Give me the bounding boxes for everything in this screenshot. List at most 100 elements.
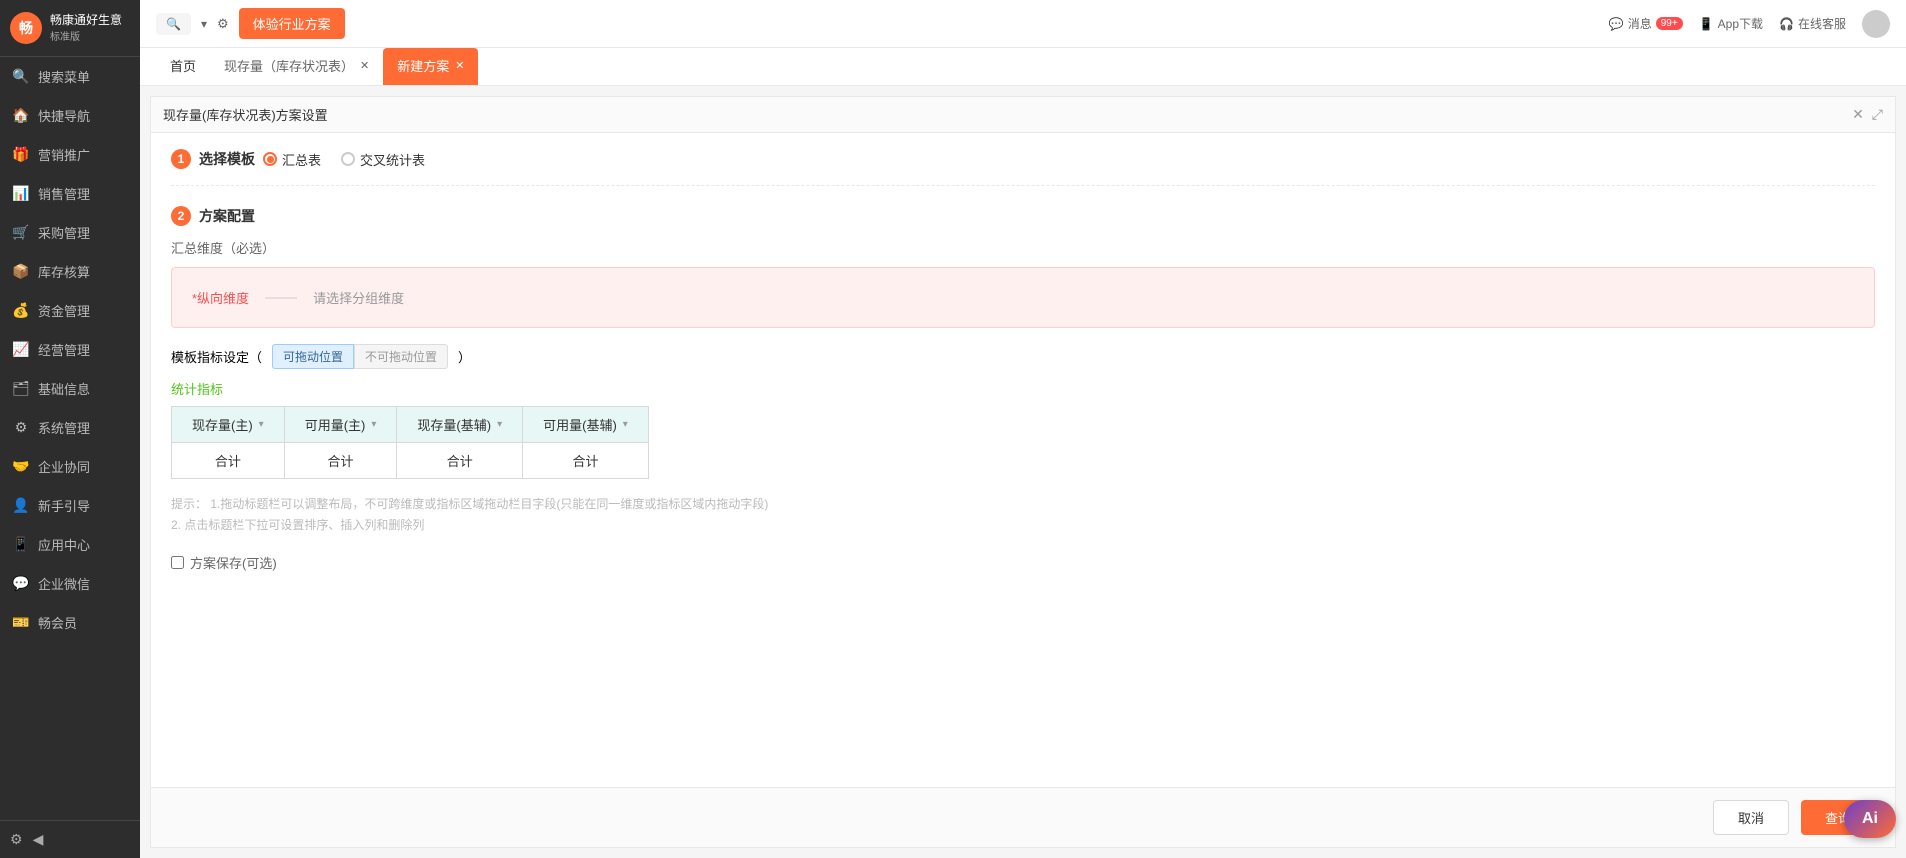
radio-cross-circle xyxy=(341,152,355,166)
user-avatar[interactable] xyxy=(1862,10,1890,38)
radio-summary-circle xyxy=(263,152,277,166)
template-radio-group: 汇总表 交叉统计表 xyxy=(263,150,425,169)
radio-summary[interactable]: 汇总表 xyxy=(263,150,321,169)
sidebar-item-sales[interactable]: 📊 销售管理 xyxy=(0,174,140,213)
message-item[interactable]: 💬 消息 99+ xyxy=(1609,15,1683,32)
panel-expand-btn[interactable]: ⤢ xyxy=(1872,106,1883,123)
quicknav-icon: 🏠 xyxy=(12,107,30,125)
col-chevron-1: ▾ xyxy=(371,419,376,430)
sidebar-item-system[interactable]: ⚙ 系统管理 xyxy=(0,408,140,447)
panel-window: 现存量(库存状况表)方案设置 ✕ ⤢ 1 选择模板 汇总表 xyxy=(150,96,1896,848)
topbar-dropdown[interactable]: ▾ xyxy=(201,17,207,31)
content-area: 1 选择模板 汇总表 交叉统计表 xyxy=(151,133,1895,787)
stats-col-header-2[interactable]: 现存量(基辅) ▾ xyxy=(397,407,523,443)
sidebar-item-operations[interactable]: 📈 经营管理 xyxy=(0,330,140,369)
stats-table: 现存量(主) ▾ 可用量(主) ▾ xyxy=(171,406,649,479)
sidebar-item-quicknav[interactable]: 🏠 快捷导航 xyxy=(0,96,140,135)
indicator-label-row: 模板指标设定（ 可拖动位置 不可拖动位置 ） xyxy=(171,344,1875,369)
sidebar-item-newuser[interactable]: 👤 新手引导 xyxy=(0,486,140,525)
radio-cross[interactable]: 交叉统计表 xyxy=(341,150,425,169)
tab-bar: 首页 现存量（库存状况表） ✕ 新建方案 ✕ xyxy=(140,48,1906,86)
topbar: 🔍 ▾ ⚙ 体验行业方案 💬 消息 99+ 📱 App下载 🎧 在线客服 xyxy=(140,0,1906,48)
search-icon: 🔍 xyxy=(12,68,30,86)
panel-header: 现存量(库存状况表)方案设置 ✕ ⤢ xyxy=(151,97,1895,133)
sidebar-item-wechat[interactable]: 💬 企业微信 xyxy=(0,564,140,603)
message-icon: 💬 xyxy=(1609,17,1624,31)
tab-home[interactable]: 首页 xyxy=(156,48,210,85)
panel-close-btn[interactable]: ✕ xyxy=(1852,106,1864,123)
sidebar-item-appcenter[interactable]: 📱 应用中心 xyxy=(0,525,140,564)
col-chevron-3: ▾ xyxy=(623,419,628,430)
tab-inventory-close[interactable]: ✕ xyxy=(360,59,369,72)
tab-inventory-label: 现存量（库存状况表） xyxy=(224,56,354,75)
sidebar-item-label: 基础信息 xyxy=(38,379,90,398)
sidebar-item-label: 资金管理 xyxy=(38,301,90,320)
basicinfo-icon: 🗂 xyxy=(12,380,30,398)
marketing-icon: 🎁 xyxy=(12,146,30,164)
ai-float-button[interactable]: Ai xyxy=(1844,800,1896,838)
trial-button[interactable]: 体验行业方案 xyxy=(239,8,345,39)
stats-col-header-0[interactable]: 现存量(主) ▾ xyxy=(172,407,285,443)
sidebar-item-label: 采购管理 xyxy=(38,223,90,242)
dimension-placeholder: 请选择分组维度 xyxy=(313,288,404,307)
phone-icon: 📱 xyxy=(1699,17,1714,31)
tab-new-plan[interactable]: 新建方案 ✕ xyxy=(383,48,478,85)
stats-section: 统计指标 现存量(主) ▾ xyxy=(171,379,1875,479)
stats-col-header-1[interactable]: 可用量(主) ▾ xyxy=(284,407,397,443)
topbar-settings-icon[interactable]: ⚙ xyxy=(217,16,229,32)
wechat-icon: 💬 xyxy=(12,575,30,593)
tab-new-plan-close[interactable]: ✕ xyxy=(455,59,464,72)
app-name: 畅康通好生意 xyxy=(50,13,122,29)
tab-inventory-status[interactable]: 现存量（库存状况表） ✕ xyxy=(210,48,383,85)
tab-home-label: 首页 xyxy=(170,56,196,75)
stats-cell-1: 合计 xyxy=(284,443,397,479)
app-edition: 标准版 xyxy=(50,28,122,43)
col-chevron-2: ▾ xyxy=(497,419,502,430)
finance-icon: 💰 xyxy=(12,302,30,320)
hint-item-1: 2. 点击标题栏下拉可设置排序、插入列和删除列 xyxy=(171,516,1875,533)
sidebar-item-label: 应用中心 xyxy=(38,535,90,554)
stats-table-header-row: 现存量(主) ▾ 可用量(主) ▾ xyxy=(172,407,649,443)
toggle-immovable[interactable]: 不可拖动位置 xyxy=(354,344,448,369)
hint-area: 提示： 1.拖动标题栏可以调整布局，不可跨维度或指标区域拖动栏目字段(只能在同一… xyxy=(171,495,1875,533)
sidebar-item-marketing[interactable]: 🎁 营销推广 xyxy=(0,135,140,174)
sidebar-item-label: 销售管理 xyxy=(38,184,90,203)
step2-header: 2 方案配置 xyxy=(171,206,1875,226)
save-plan-label: 方案保存(可选) xyxy=(190,553,277,572)
sidebar-item-basicinfo[interactable]: 🗂 基础信息 xyxy=(0,369,140,408)
appcenter-icon: 📱 xyxy=(12,536,30,554)
sidebar-item-label: 企业协同 xyxy=(38,457,90,476)
step1-divider xyxy=(171,185,1875,186)
panel-title: 现存量(库存状况表)方案设置 xyxy=(163,105,328,124)
dimension-area[interactable]: *纵向维度 —— 请选择分组维度 xyxy=(171,267,1875,328)
cancel-button[interactable]: 取消 xyxy=(1713,800,1789,835)
app-download-item[interactable]: 📱 App下载 xyxy=(1699,15,1763,32)
indicator-label-suffix: ） xyxy=(458,347,471,366)
hint-item-0: 提示： 1.拖动标题栏可以调整布局，不可跨维度或指标区域拖动栏目字段(只能在同一… xyxy=(171,495,1875,512)
topbar-search[interactable]: 🔍 xyxy=(156,13,191,35)
purchase-icon: 🛒 xyxy=(12,224,30,242)
toggle-movable[interactable]: 可拖动位置 xyxy=(272,344,354,369)
settings-bottom-icon[interactable]: ⚙ xyxy=(10,831,23,848)
online-service-item[interactable]: 🎧 在线客服 xyxy=(1779,15,1846,32)
message-label: 消息 xyxy=(1628,15,1652,32)
save-plan-checkbox-row: 方案保存(可选) xyxy=(171,553,1875,572)
inventory-icon: 📦 xyxy=(12,263,30,281)
sidebar-item-label: 快捷导航 xyxy=(38,106,90,125)
collapse-icon[interactable]: ◀ xyxy=(33,831,44,848)
save-plan-checkbox[interactable] xyxy=(171,556,184,569)
sidebar-item-label: 系统管理 xyxy=(38,418,90,437)
step1-label: 选择模板 xyxy=(199,149,255,169)
sidebar-item-member[interactable]: 🎫 畅会员 xyxy=(0,603,140,642)
stats-col-header-3[interactable]: 可用量(基辅) ▾ xyxy=(523,407,649,443)
sidebar-item-inventory[interactable]: 📦 库存核算 xyxy=(0,252,140,291)
sidebar-bottom: ⚙ ◀ xyxy=(0,820,140,858)
sidebar-item-enterprise[interactable]: 🤝 企业协同 xyxy=(0,447,140,486)
sidebar-item-search[interactable]: 🔍 搜索菜单 xyxy=(0,57,140,96)
newuser-icon: 👤 xyxy=(12,497,30,515)
sidebar-item-purchase[interactable]: 🛒 采购管理 xyxy=(0,213,140,252)
sidebar-item-finance[interactable]: 💰 资金管理 xyxy=(0,291,140,330)
step2-block: 2 方案配置 汇总维度（必选） *纵向维度 —— 请选择分组维度 模板指标设定（… xyxy=(171,206,1875,533)
search-icon: 🔍 xyxy=(166,17,181,31)
col-name-2: 现存量(基辅) xyxy=(417,415,491,434)
